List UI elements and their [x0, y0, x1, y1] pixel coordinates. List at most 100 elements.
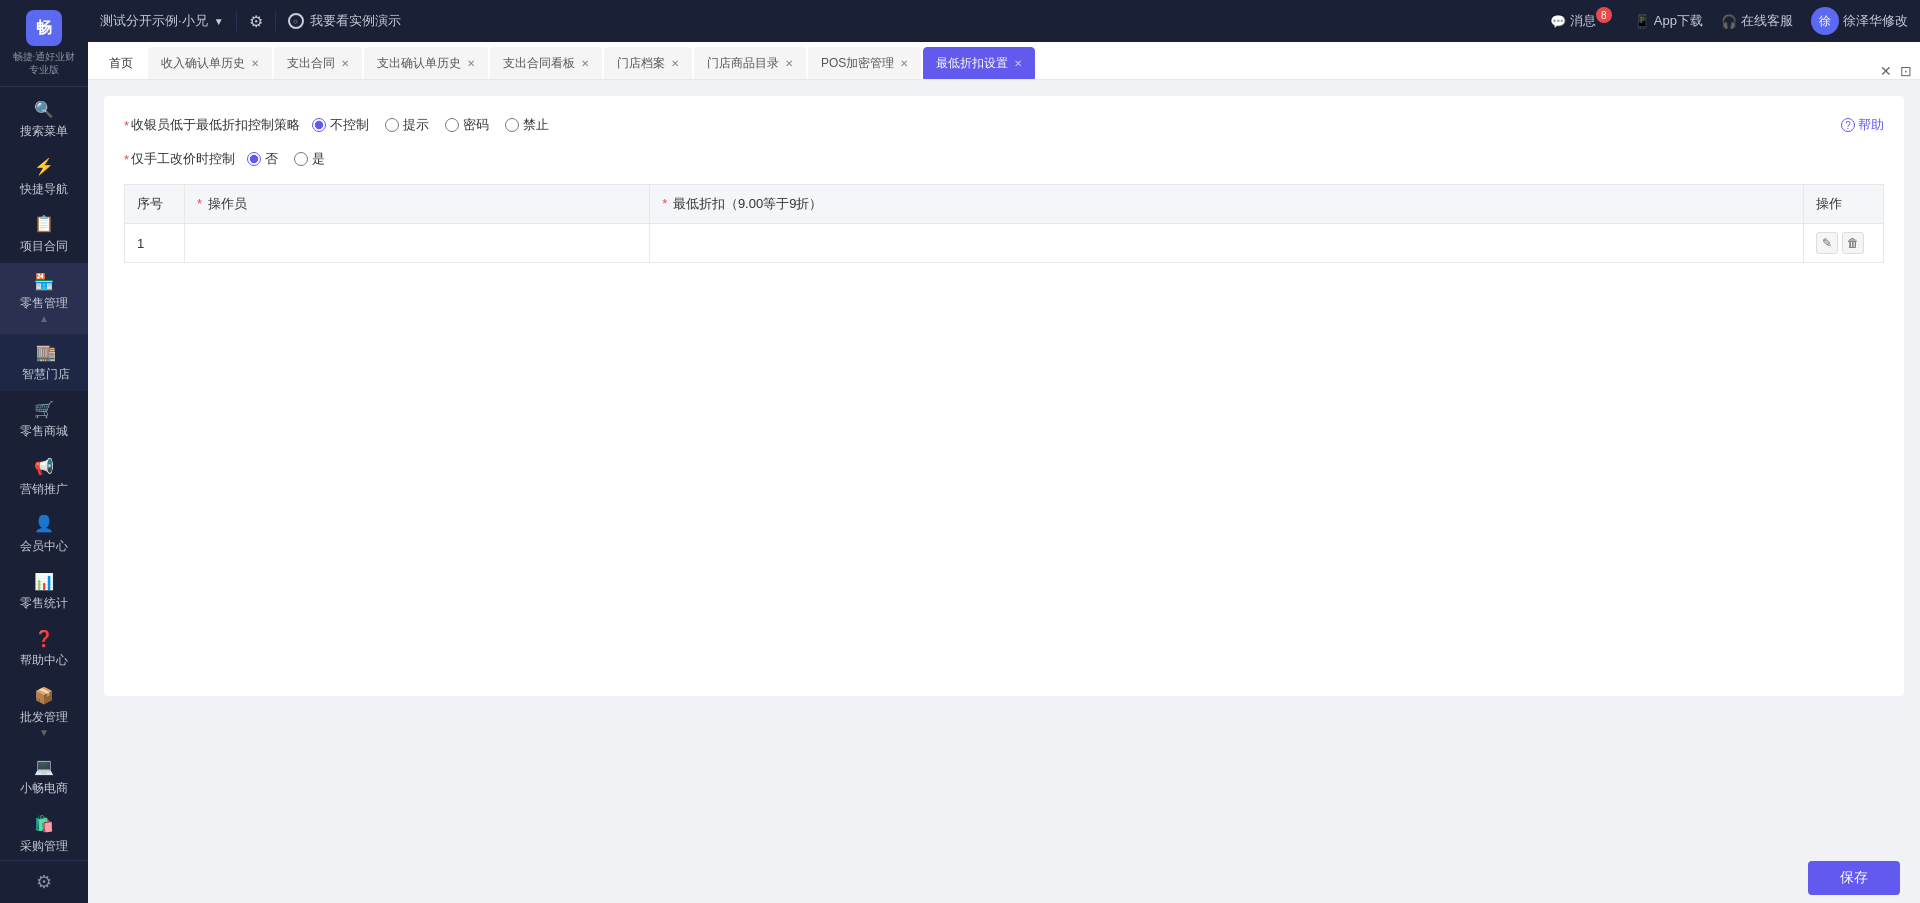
- manual-price-yes-label: 是: [312, 150, 325, 168]
- strategy-password[interactable]: 密码: [445, 116, 489, 134]
- strategy-forbid-label: 禁止: [523, 116, 549, 134]
- online-service-label: 在线客服: [1741, 12, 1793, 30]
- tab-payment-contract-close-icon[interactable]: ✕: [341, 58, 349, 69]
- cell-actions: ✎ 🗑: [1804, 224, 1884, 263]
- retail-icon: 🏪: [34, 271, 54, 293]
- tab-store-file[interactable]: 门店档案 ✕: [604, 47, 692, 79]
- app-download-icon: 📱: [1634, 14, 1650, 29]
- tab-payment-confirm[interactable]: 支出确认单历史 ✕: [364, 47, 488, 79]
- sidebar-item-member[interactable]: 👤 会员中心: [0, 505, 88, 562]
- sidebar-item-smart-store[interactable]: 🏬 智慧门店: [0, 334, 88, 391]
- tab-store-file-close-icon[interactable]: ✕: [671, 58, 679, 69]
- cashier-strategy-label: * 收银员低于最低折扣控制策略: [124, 116, 300, 134]
- cell-operator: [185, 224, 650, 263]
- tab-store-catalog-close-icon[interactable]: ✕: [785, 58, 793, 69]
- cell-min-discount: [650, 224, 1804, 263]
- tab-min-discount[interactable]: 最低折扣设置 ✕: [923, 47, 1035, 79]
- wholesale-arrow-icon: ▼: [39, 726, 49, 740]
- tab-close-all-icon[interactable]: ✕: [1880, 63, 1892, 79]
- sidebar-item-quick-nav-label: 快捷导航: [20, 181, 68, 198]
- tab-income-confirm-close-icon[interactable]: ✕: [251, 58, 259, 69]
- col-seq: 序号: [125, 185, 185, 224]
- sidebar-bottom: ⚙: [0, 860, 88, 903]
- row-action-buttons: ✎ 🗑: [1816, 232, 1871, 254]
- member-icon: 👤: [34, 513, 54, 535]
- discount-table-body: 1 ✎ 🗑: [125, 224, 1884, 263]
- topbar-demo-link[interactable]: ○ 我要看实例演示: [288, 12, 401, 30]
- manual-price-yes[interactable]: 是: [294, 150, 325, 168]
- topbar-online-service[interactable]: 🎧 在线客服: [1721, 12, 1793, 30]
- help-link[interactable]: ? 帮助: [1841, 116, 1884, 134]
- strategy-forbid[interactable]: 禁止: [505, 116, 549, 134]
- manual-price-no-input[interactable]: [247, 152, 261, 166]
- topbar-gear-icon[interactable]: ⚙: [249, 12, 263, 31]
- sidebar-item-retail-stats[interactable]: 📊 零售统计: [0, 563, 88, 620]
- discount-table-header-row: 序号 * 操作员 * 最低折扣（9.00等于9折） 操作: [125, 185, 1884, 224]
- tab-payment-board[interactable]: 支出合同看板 ✕: [490, 47, 602, 79]
- strategy-no-control-input[interactable]: [312, 118, 326, 132]
- manual-price-no[interactable]: 否: [247, 150, 278, 168]
- tab-min-discount-close-icon[interactable]: ✕: [1014, 58, 1022, 69]
- strategy-remind-input[interactable]: [385, 118, 399, 132]
- sidebar-item-project[interactable]: 📋 项目合同: [0, 205, 88, 262]
- topbar-app-download[interactable]: 📱 App下载: [1634, 12, 1703, 30]
- topbar-user[interactable]: 徐 徐泽华修改: [1811, 7, 1908, 35]
- strategy-no-control[interactable]: 不控制: [312, 116, 369, 134]
- sidebar-logo: 畅 畅捷·通好业财专业版: [0, 0, 88, 87]
- strategy-forbid-input[interactable]: [505, 118, 519, 132]
- app-logo-text: 畅捷·通好业财专业版: [13, 50, 76, 76]
- sidebar-item-wholesale-label: 批发管理: [20, 709, 68, 726]
- topbar-demo-label: 我要看实例演示: [310, 12, 401, 30]
- strategy-password-input[interactable]: [445, 118, 459, 132]
- cashier-strategy-row: * 收银员低于最低折扣控制策略 不控制 提示 密码: [124, 116, 1884, 134]
- sidebar-item-smart-store-label: 智慧门店: [22, 366, 70, 383]
- sidebar-item-wholesale[interactable]: 📦 批发管理 ▼: [0, 677, 88, 748]
- topbar-project-selector[interactable]: 测试分开示例·小兄 ▼: [100, 12, 224, 30]
- sidebar-item-retail-mall[interactable]: 🛒 零售商城: [0, 391, 88, 448]
- manual-price-yes-input[interactable]: [294, 152, 308, 166]
- tab-payment-board-close-icon[interactable]: ✕: [581, 58, 589, 69]
- online-service-icon: 🎧: [1721, 14, 1737, 29]
- app-logo-icon: 畅: [26, 10, 62, 46]
- sidebar-item-ecommerce[interactable]: 💻 小畅电商: [0, 748, 88, 805]
- message-icon: 💬: [1550, 14, 1566, 29]
- message-label: 消息: [1570, 12, 1596, 30]
- sidebar-item-quick-nav[interactable]: ⚡ 快捷导航: [0, 148, 88, 205]
- sidebar-item-search-label: 搜索菜单: [20, 123, 68, 140]
- tab-payment-confirm-label: 支出确认单历史: [377, 55, 461, 72]
- content-area: ? 帮助 * 收银员低于最低折扣控制策略 不控制 提示: [88, 80, 1920, 853]
- strategy-password-label: 密码: [463, 116, 489, 134]
- tab-expand-icon[interactable]: ⊡: [1900, 63, 1912, 79]
- sidebar-item-purchase[interactable]: 🛍️ 采购管理: [0, 805, 88, 860]
- save-button[interactable]: 保存: [1808, 861, 1900, 895]
- sidebar-item-help[interactable]: ❓ 帮助中心: [0, 620, 88, 677]
- sidebar-item-retail[interactable]: 🏪 零售管理 ▲: [0, 263, 88, 334]
- strategy-remind[interactable]: 提示: [385, 116, 429, 134]
- tab-payment-confirm-close-icon[interactable]: ✕: [467, 58, 475, 69]
- discount-table-head: 序号 * 操作员 * 最低折扣（9.00等于9折） 操作: [125, 185, 1884, 224]
- topbar-project-name: 测试分开示例·小兄: [100, 12, 208, 30]
- tab-home[interactable]: 首页: [96, 47, 146, 79]
- user-name: 徐泽华修改: [1843, 12, 1908, 30]
- cell-seq: 1: [125, 224, 185, 263]
- sidebar-settings-icon[interactable]: ⚙: [36, 871, 52, 893]
- tab-pos-password-close-icon[interactable]: ✕: [900, 58, 908, 69]
- topbar-message[interactable]: 💬 消息 8: [1550, 12, 1616, 30]
- tab-pos-password[interactable]: POS加密管理 ✕: [808, 47, 921, 79]
- project-icon: 📋: [34, 213, 54, 235]
- tab-payment-contract[interactable]: 支出合同 ✕: [274, 47, 362, 79]
- tab-income-confirm-label: 收入确认单历史: [161, 55, 245, 72]
- sidebar-item-search[interactable]: 🔍 搜索菜单: [0, 91, 88, 148]
- purchase-icon: 🛍️: [34, 813, 54, 835]
- sidebar-item-retail-stats-label: 零售统计: [20, 595, 68, 612]
- tab-store-catalog[interactable]: 门店商品目录 ✕: [694, 47, 806, 79]
- ecommerce-icon: 💻: [34, 756, 54, 778]
- edit-row-button[interactable]: ✎: [1816, 232, 1838, 254]
- sidebar-item-marketing[interactable]: 📢 营销推广: [0, 448, 88, 505]
- topbar-divider: [236, 11, 237, 31]
- topbar-divider2: [275, 11, 276, 31]
- tab-income-confirm[interactable]: 收入确认单历史 ✕: [148, 47, 272, 79]
- tab-store-file-label: 门店档案: [617, 55, 665, 72]
- delete-row-button[interactable]: 🗑: [1842, 232, 1864, 254]
- tab-store-catalog-label: 门店商品目录: [707, 55, 779, 72]
